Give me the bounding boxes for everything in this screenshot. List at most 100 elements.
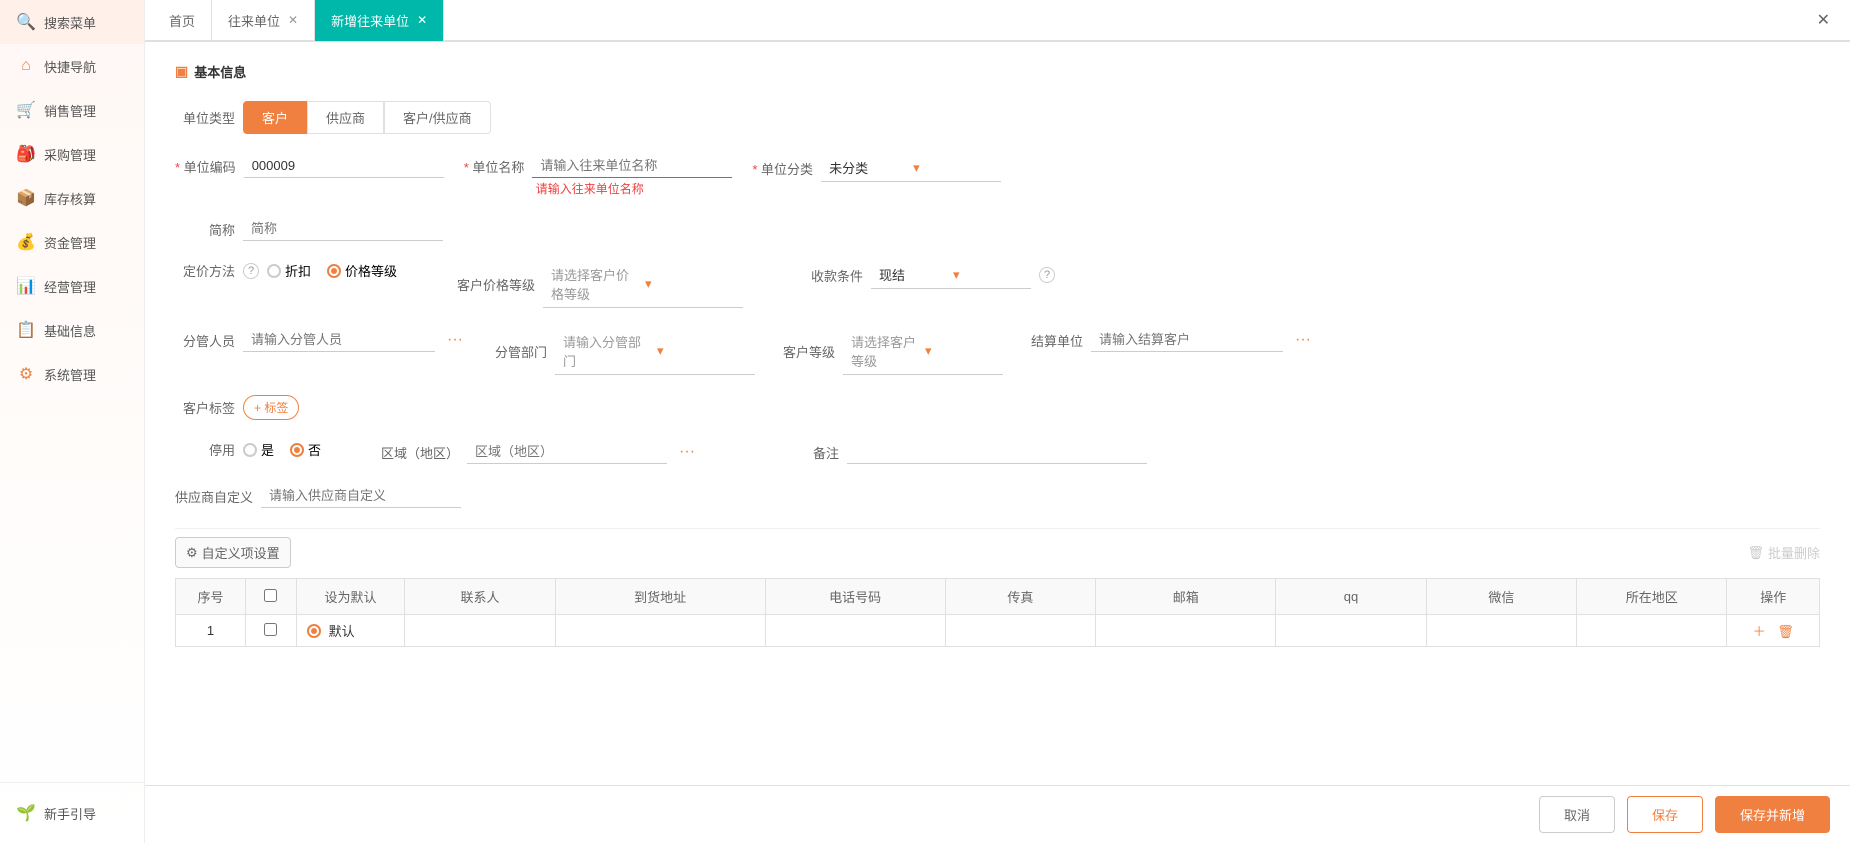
tab-new-partner[interactable]: 新增往来单位 ✕ [315,0,444,41]
category-field: 单位分类 未分类 ▾ [752,154,1001,182]
add-tag-button[interactable]: + 标签 [243,395,299,420]
wechat-input[interactable] [1461,623,1541,638]
name-input[interactable] [532,154,732,178]
payment-terms-select[interactable]: 现结 ▾ [871,261,1031,289]
email-input[interactable] [1136,623,1236,638]
customer-level-select[interactable]: 请选择客户等级 ▾ [843,328,1003,375]
close-new-partner-tab[interactable]: ✕ [417,13,427,27]
pricing-radio-price-level[interactable]: 价格等级 [327,261,397,280]
tab-partner[interactable]: 往来单位 ✕ [212,0,315,41]
row-qq[interactable] [1276,615,1426,647]
row-address[interactable] [555,615,765,647]
col-action: 操作 [1727,579,1820,615]
pricing-field: 定价方法 ? 折扣 价格等级 [175,261,397,280]
batch-delete-icon: 🗑 [1747,545,1764,561]
type-button-group: 客户 供应商 客户/供应商 [243,101,491,134]
supplier-custom-field: 供应商自定义 [175,484,461,508]
delete-row-btn[interactable]: 🗑 [1777,624,1794,639]
remark-input[interactable] [847,440,1147,464]
sidebar-item-operations[interactable]: 📊 经营管理 [0,264,144,308]
money-icon: 💰 [16,232,36,252]
sprout-icon: 🌱 [16,803,36,823]
short-name-field: 简称 [175,217,443,241]
short-name-input[interactable] [243,217,443,241]
region-input-row[interactable] [1612,623,1692,638]
sidebar-item-guide[interactable]: 🌱 新手引导 [0,791,144,835]
category-label: 单位分类 [752,159,813,178]
dept-label: 分管部门 [487,342,547,361]
settlement-more-btn[interactable]: ··· [1291,331,1315,349]
code-field: 单位编码 [175,154,444,178]
custom-setting-button[interactable]: ⚙ 自定义项设置 [175,537,291,568]
type-btn-both[interactable]: 客户/供应商 [384,101,491,134]
payment-terms-label: 收款条件 [803,266,863,285]
dept-select[interactable]: 请输入分管部门 ▾ [555,328,755,375]
manager-more-btn[interactable]: ··· [443,331,467,349]
customer-price-level-label: 客户价格等级 [457,275,535,294]
select-all-checkbox[interactable] [264,589,277,602]
pricing-radio-discount[interactable]: 折扣 [267,261,311,280]
contact-input[interactable] [440,623,520,638]
main-area: 首页 往来单位 ✕ 新增往来单位 ✕ ✕ ▣ 基本信息 单位类型 客户 供应商 … [145,0,1850,843]
fax-input[interactable] [980,623,1060,638]
type-btn-customer[interactable]: 客户 [243,101,307,134]
category-select[interactable]: 未分类 ▾ [821,154,1001,182]
remark-label: 备注 [779,443,839,462]
yes-radio-circle [243,443,257,457]
sidebar-item-quick-nav[interactable]: ⌂ 快捷导航 [0,44,144,88]
type-btn-supplier[interactable]: 供应商 [307,101,384,134]
row-check[interactable] [246,615,297,647]
disabled-radio-yes[interactable]: 是 [243,440,274,459]
name-field: 单位名称 请输入往来单位名称 [464,154,733,197]
region-input[interactable] [467,440,667,464]
col-check [246,579,297,615]
sidebar-item-purchase[interactable]: 🎒 采购管理 [0,132,144,176]
sidebar-item-finance[interactable]: 💰 资金管理 [0,220,144,264]
phone-input[interactable] [805,623,905,638]
col-region: 所在地区 [1577,579,1727,615]
row-phone[interactable] [765,615,945,647]
manager-input[interactable] [243,328,435,352]
payment-terms-help-icon[interactable]: ? [1039,267,1055,283]
sidebar-item-basics[interactable]: 📋 基础信息 [0,308,144,352]
add-row-btn[interactable]: ＋ [1753,624,1766,639]
row-email[interactable] [1096,615,1276,647]
chart-icon: 📊 [16,276,36,296]
pricing-help-icon[interactable]: ? [243,263,259,279]
close-partner-tab[interactable]: ✕ [288,13,298,27]
price-level-chevron-icon: ▾ [645,276,735,292]
region-more-btn[interactable]: ··· [675,443,699,461]
section-basic-info: ▣ 基本信息 [175,62,1820,81]
close-window-button[interactable]: ✕ [1805,10,1842,30]
default-radio[interactable] [307,624,321,638]
batch-delete-area: 🗑 批量删除 [1747,543,1820,562]
supplier-custom-row: 供应商自定义 [175,484,1820,508]
customer-level-chevron-icon: ▾ [925,343,995,359]
tab-home[interactable]: 首页 [153,0,212,41]
sidebar-item-sales[interactable]: 🛒 销售管理 [0,88,144,132]
save-new-button[interactable]: 保存并新增 [1715,796,1830,833]
row-region[interactable] [1577,615,1727,647]
address-input[interactable] [600,623,720,638]
disabled-radio-no[interactable]: 否 [290,440,321,459]
code-label: 单位编码 [175,157,236,176]
customer-price-level-select[interactable]: 请选择客户价格等级 ▾ [543,261,743,308]
sidebar-item-search[interactable]: 🔍 搜索菜单 [0,0,144,44]
sidebar-item-system[interactable]: ⚙ 系统管理 [0,352,144,396]
row-fax[interactable] [945,615,1095,647]
region-label: 区域（地区） [381,443,459,462]
batch-delete-label[interactable]: 批量删除 [1768,543,1820,562]
row-checkbox[interactable] [264,623,277,636]
row-contact[interactable] [405,615,555,647]
save-button[interactable]: 保存 [1627,796,1703,833]
settlement-input[interactable] [1091,328,1283,352]
code-input[interactable] [244,154,444,178]
customer-level-field: 客户等级 请选择客户等级 ▾ [775,328,1003,375]
name-label: 单位名称 [464,157,525,176]
sidebar-item-inventory[interactable]: 📦 库存核算 [0,176,144,220]
row-wechat[interactable] [1426,615,1576,647]
bottom-bar: 取消 保存 保存并新增 [145,785,1850,843]
cancel-button[interactable]: 取消 [1539,796,1615,833]
supplier-custom-input[interactable] [261,484,461,508]
qq-input[interactable] [1311,623,1391,638]
